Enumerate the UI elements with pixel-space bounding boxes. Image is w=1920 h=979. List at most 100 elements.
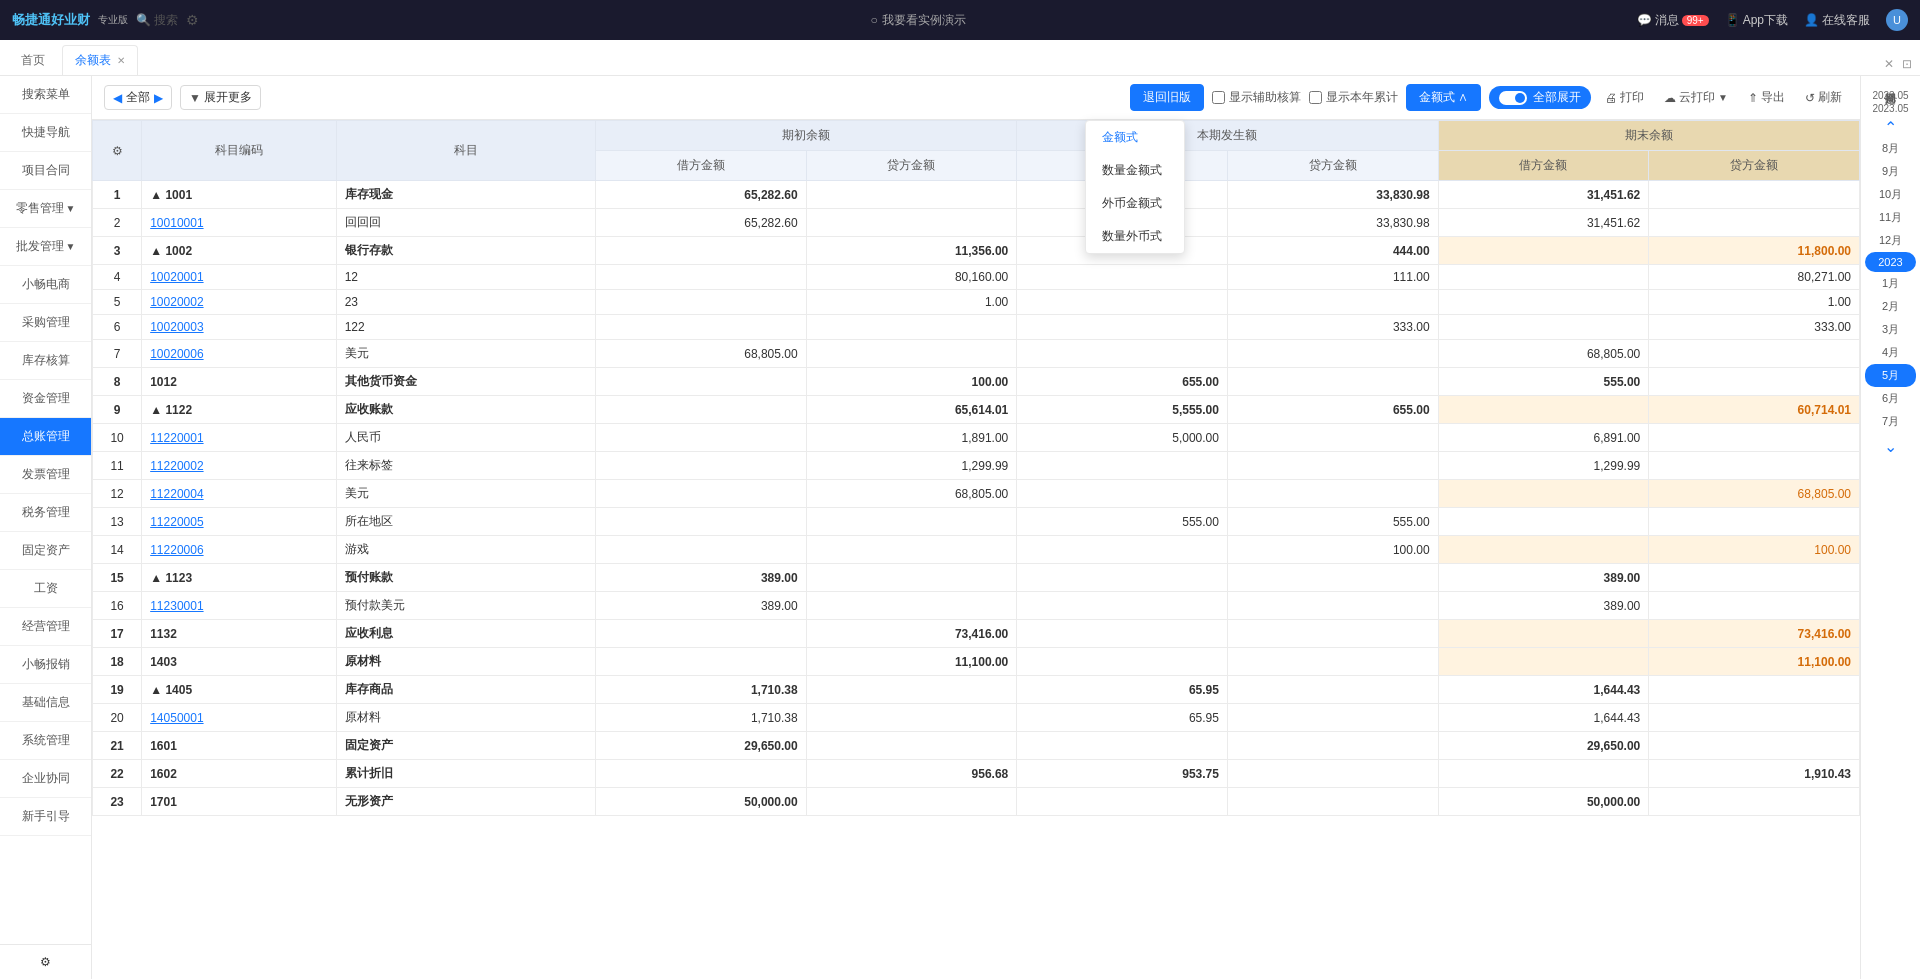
account-name: 美元	[336, 340, 595, 368]
period-9[interactable]: 9月	[1865, 160, 1916, 183]
app-download-btn[interactable]: 📱 App下载	[1725, 12, 1788, 29]
account-code[interactable]: 10010001	[142, 209, 336, 237]
period-down-arrow[interactable]: ⌄	[1884, 437, 1897, 456]
opening-debit: 65,282.60	[595, 181, 806, 209]
amount-style-btn[interactable]: 金额式 ∧	[1406, 84, 1481, 111]
period-5[interactable]: 5月	[1865, 364, 1916, 387]
sidebar-item-wholesale[interactable]: 批发管理 ▼	[0, 228, 91, 266]
sidebar-item-invoice[interactable]: 发票管理	[0, 456, 91, 494]
amount-style-label: 金额式 ∧	[1419, 89, 1468, 106]
period-7[interactable]: 7月	[1865, 410, 1916, 433]
period-up-arrow[interactable]: ⌃	[1884, 118, 1897, 137]
expand-all-toggle[interactable]: 全部展开	[1489, 86, 1591, 109]
sidebar: 搜索菜单 快捷导航 项目合同 零售管理 ▼ 批发管理 ▼ 小畅电商 采购管理 库…	[0, 76, 92, 979]
tab-balance[interactable]: 余额表 ✕	[62, 45, 138, 75]
return-old-version-btn[interactable]: 退回旧版	[1130, 84, 1204, 111]
account-code[interactable]: 10020001	[142, 265, 336, 290]
sidebar-item-capital[interactable]: 资金管理	[0, 380, 91, 418]
sidebar-item-payroll[interactable]: 工资	[0, 570, 91, 608]
period-year-2[interactable]: 2023.05	[1872, 103, 1908, 114]
sidebar-item-quicknav[interactable]: 快捷导航	[0, 114, 91, 152]
current-credit	[1227, 480, 1438, 508]
period-2023[interactable]: 2023	[1865, 252, 1916, 272]
print-btn[interactable]: 🖨 打印	[1599, 86, 1650, 109]
chk-auxiliary-input[interactable]	[1212, 91, 1225, 104]
sidebar-item-guide[interactable]: 新手引导	[0, 798, 91, 836]
sidebar-item-search[interactable]: 搜索菜单	[0, 76, 91, 114]
th-settings[interactable]: ⚙	[93, 121, 142, 181]
closing-credit	[1649, 704, 1860, 732]
sidebar-item-reports[interactable]: 小畅报销	[0, 646, 91, 684]
sidebar-item-tax[interactable]: 税务管理	[0, 494, 91, 532]
sidebar-item-purchase[interactable]: 采购管理	[0, 304, 91, 342]
account-code[interactable]: 14050001	[142, 704, 336, 732]
chk-auxiliary-label[interactable]: 显示辅助核算	[1212, 89, 1301, 106]
sidebar-item-ops[interactable]: 经营管理	[0, 608, 91, 646]
demo-link[interactable]: ○ 我要看实例演示	[870, 12, 965, 29]
sidebar-settings[interactable]: ⚙	[0, 944, 91, 979]
tab-balance-close-icon[interactable]: ✕	[117, 55, 125, 66]
period-11[interactable]: 11月	[1865, 206, 1916, 229]
user-avatar[interactable]: U	[1886, 9, 1908, 31]
sidebar-item-ledger[interactable]: 总账管理	[0, 418, 91, 456]
tab-maximize-icon[interactable]: ⊡	[1902, 57, 1912, 71]
period-6[interactable]: 6月	[1865, 387, 1916, 410]
account-code[interactable]: 10020003	[142, 315, 336, 340]
search-input-top[interactable]: 🔍 搜索	[136, 12, 178, 29]
filter-all-pill[interactable]: ◀ 全部 ▶	[104, 85, 172, 110]
account-code[interactable]: 11220002	[142, 452, 336, 480]
account-code[interactable]: 11220004	[142, 480, 336, 508]
refresh-icon: ↺	[1805, 91, 1815, 105]
refresh-btn[interactable]: ↺ 刷新	[1799, 86, 1848, 109]
expand-more-btn[interactable]: ▼ 展开更多	[180, 85, 261, 110]
period-4[interactable]: 4月	[1865, 341, 1916, 364]
settings-top-icon[interactable]: ⚙	[186, 12, 199, 28]
period-12[interactable]: 12月	[1865, 229, 1916, 252]
dropdown-item-amount[interactable]: 金额式	[1086, 121, 1184, 154]
period-1[interactable]: 1月	[1865, 272, 1916, 295]
current-credit	[1227, 564, 1438, 592]
export-icon: ⇑	[1748, 91, 1758, 105]
sidebar-item-basics[interactable]: 基础信息	[0, 684, 91, 722]
opening-debit	[595, 237, 806, 265]
chk-ytd-input[interactable]	[1309, 91, 1322, 104]
sidebar-item-cooperation[interactable]: 企业协同	[0, 760, 91, 798]
period-10[interactable]: 10月	[1865, 183, 1916, 206]
dropdown-item-foreign[interactable]: 外币金额式	[1086, 187, 1184, 220]
account-code[interactable]: 10020006	[142, 340, 336, 368]
export-btn[interactable]: ⇑ 导出	[1742, 86, 1791, 109]
tab-home[interactable]: 首页	[8, 45, 58, 75]
cloud-print-btn[interactable]: ☁ 云打印 ▼	[1658, 86, 1734, 109]
current-debit	[1017, 648, 1228, 676]
closing-debit: 389.00	[1438, 592, 1649, 620]
current-credit: 655.00	[1227, 396, 1438, 424]
messages-btn[interactable]: 💬 消息 99+	[1637, 12, 1709, 29]
account-code[interactable]: 11220006	[142, 536, 336, 564]
closing-credit	[1649, 368, 1860, 396]
sidebar-item-retail[interactable]: 零售管理 ▼	[0, 190, 91, 228]
closing-credit	[1649, 788, 1860, 816]
expand-more-label: 展开更多	[204, 89, 252, 106]
account-code[interactable]: 11220005	[142, 508, 336, 536]
sidebar-item-inventory[interactable]: 库存核算	[0, 342, 91, 380]
closing-debit: 29,650.00	[1438, 732, 1649, 760]
period-3[interactable]: 3月	[1865, 318, 1916, 341]
chk-ytd-label[interactable]: 显示本年累计	[1309, 89, 1398, 106]
dropdown-item-qty-amount[interactable]: 数量金额式	[1086, 154, 1184, 187]
period-year-1[interactable]: 2023.05	[1872, 90, 1908, 101]
sidebar-item-project[interactable]: 项目合同	[0, 152, 91, 190]
sidebar-item-ecommerce[interactable]: 小畅电商	[0, 266, 91, 304]
opening-credit: 956.68	[806, 760, 1017, 788]
account-code[interactable]: 10020002	[142, 290, 336, 315]
sidebar-item-fixed[interactable]: 固定资产	[0, 532, 91, 570]
period-8[interactable]: 8月	[1865, 137, 1916, 160]
account-code[interactable]: 11220001	[142, 424, 336, 452]
tab-close-all-icon[interactable]: ✕	[1884, 57, 1894, 71]
sidebar-item-system[interactable]: 系统管理	[0, 722, 91, 760]
expand-chevron-icon: ▼	[189, 91, 201, 105]
period-2[interactable]: 2月	[1865, 295, 1916, 318]
online-service-btn[interactable]: 👤 在线客服	[1804, 12, 1870, 29]
account-code[interactable]: 11230001	[142, 592, 336, 620]
dropdown-item-qty-foreign[interactable]: 数量外币式	[1086, 220, 1184, 253]
closing-debit	[1438, 237, 1649, 265]
